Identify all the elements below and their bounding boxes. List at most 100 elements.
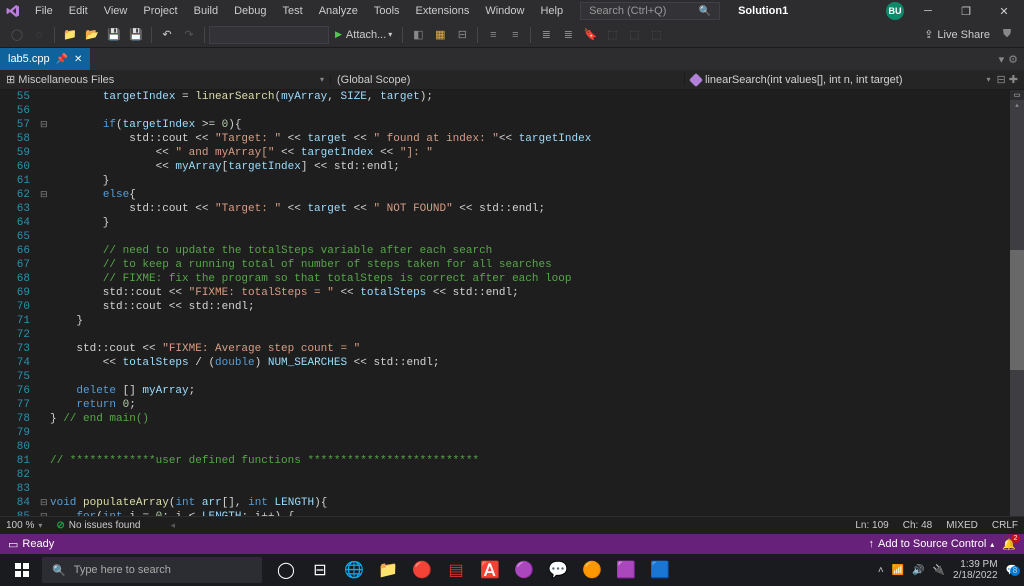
- open-button[interactable]: 📂: [82, 25, 102, 45]
- undo-button[interactable]: ↶: [157, 25, 177, 45]
- volume-icon[interactable]: 🔊: [912, 565, 924, 576]
- notifications-button[interactable]: 🔔2: [1002, 538, 1016, 551]
- maximize-button[interactable]: ❐: [952, 0, 980, 22]
- access-icon[interactable]: 🅰️: [474, 554, 506, 586]
- solution-name: Solution1: [738, 5, 788, 17]
- bookmark-icon[interactable]: 🔖: [580, 25, 600, 45]
- tray-chevron-icon[interactable]: ˄: [878, 565, 884, 576]
- scroll-up-icon[interactable]: ▴: [1010, 100, 1024, 110]
- separator: [477, 27, 478, 43]
- split-icon[interactable]: ▭: [1010, 90, 1024, 100]
- file-tab[interactable]: lab5.cpp 📌 ✕: [0, 48, 90, 70]
- nav-back-button[interactable]: ◯: [7, 25, 27, 45]
- uncomment-icon[interactable]: ≣: [558, 25, 578, 45]
- pdf-app-icon[interactable]: ▤: [440, 554, 472, 586]
- chevron-up-icon: ▴: [990, 540, 994, 549]
- search-placeholder: Search (Ctrl+Q): [589, 5, 666, 17]
- attach-label: Attach...: [346, 29, 386, 41]
- vs-logo-icon: [6, 4, 20, 18]
- output-icon[interactable]: ▭: [8, 538, 18, 551]
- user-avatar[interactable]: BU: [886, 2, 904, 20]
- task-view-icon[interactable]: ◯: [270, 554, 302, 586]
- live-share-icon: ⇪: [924, 28, 933, 41]
- tool-icon[interactable]: ⬚: [646, 25, 666, 45]
- scroll-thumb[interactable]: [1010, 250, 1024, 370]
- tool-icon[interactable]: ⊟: [452, 25, 472, 45]
- separator: [54, 27, 55, 43]
- taskbar-search-input[interactable]: 🔍 Type here to search: [42, 557, 262, 583]
- chevron-icon[interactable]: ▾: [38, 521, 42, 530]
- app-icon[interactable]: 🟣: [508, 554, 540, 586]
- upload-icon: ↑: [869, 538, 875, 550]
- menu-help[interactable]: Help: [533, 2, 570, 20]
- line-number-gutter: 5556575859606162636465666768697071727374…: [0, 90, 40, 516]
- tool-icon[interactable]: ⬚: [624, 25, 644, 45]
- tool-icon[interactable]: ◧: [408, 25, 428, 45]
- status-crlf: CRLF: [992, 520, 1018, 531]
- word-icon[interactable]: 🟦: [644, 554, 676, 586]
- issues-status[interactable]: ⊘ No issues found: [56, 520, 140, 531]
- attach-button[interactable]: ▶ Attach... ▾: [329, 27, 398, 43]
- admin-icon[interactable]: ⛊: [997, 25, 1017, 45]
- menu-test[interactable]: Test: [276, 2, 310, 20]
- new-project-button[interactable]: 📁: [60, 25, 80, 45]
- pin-icon[interactable]: 📌: [56, 54, 68, 65]
- close-tab-icon[interactable]: ✕: [74, 54, 82, 65]
- save-all-button[interactable]: 💾: [126, 25, 146, 45]
- menu-project[interactable]: Project: [136, 2, 184, 20]
- blender-icon[interactable]: 🟠: [576, 554, 608, 586]
- menu-analyze[interactable]: Analyze: [312, 2, 365, 20]
- comment-icon[interactable]: ≣: [536, 25, 556, 45]
- doc-dropdown-icon[interactable]: ▾: [999, 53, 1005, 66]
- vs-app-icon[interactable]: 🟪: [610, 554, 642, 586]
- menu-extensions[interactable]: Extensions: [409, 2, 477, 20]
- context-function-dropdown[interactable]: linearSearch(int values[], int n, int ta…: [684, 73, 1024, 86]
- source-control-button[interactable]: ↑ Add to Source Control ▴: [869, 538, 995, 550]
- vertical-scrollbar[interactable]: ▭ ▴: [1010, 90, 1024, 516]
- menu-debug[interactable]: Debug: [227, 2, 273, 20]
- status-line: Ln: 109: [855, 520, 888, 531]
- gear-icon[interactable]: ⚙: [1008, 53, 1018, 66]
- power-icon[interactable]: 🔌: [933, 565, 945, 576]
- context-scope-dropdown[interactable]: (Global Scope): [330, 74, 684, 86]
- search-icon: 🔍: [52, 564, 66, 577]
- separator: [151, 27, 152, 43]
- context-project-dropdown[interactable]: ⊞ Miscellaneous Files▾: [0, 73, 330, 86]
- menu-tools[interactable]: Tools: [367, 2, 407, 20]
- edge-icon[interactable]: 🌐: [338, 554, 370, 586]
- live-share-label: Live Share: [937, 29, 990, 41]
- menu-file[interactable]: File: [28, 2, 60, 20]
- code-editor[interactable]: targetIndex = linearSearch(myArray, SIZE…: [40, 90, 1010, 516]
- live-share-button[interactable]: ⇪ Live Share: [918, 28, 996, 41]
- tool-icon[interactable]: ⬚: [602, 25, 622, 45]
- minimize-button[interactable]: ─: [914, 0, 942, 22]
- menu-build[interactable]: Build: [187, 2, 225, 20]
- check-icon: ⊘: [56, 520, 64, 531]
- start-button[interactable]: [6, 554, 38, 586]
- indent-icon[interactable]: ≡: [483, 25, 503, 45]
- separator: [204, 27, 205, 43]
- nav-fwd-button[interactable]: ◌: [29, 25, 49, 45]
- explorer-icon[interactable]: 📁: [372, 554, 404, 586]
- cortana-icon[interactable]: ⊟: [304, 554, 336, 586]
- separator: [402, 27, 403, 43]
- function-icon: [689, 72, 703, 86]
- save-button[interactable]: 💾: [104, 25, 124, 45]
- indent-icon[interactable]: ≡: [505, 25, 525, 45]
- config-dropdown[interactable]: [209, 26, 329, 44]
- global-search-input[interactable]: Search (Ctrl+Q) 🔍: [580, 2, 720, 20]
- wifi-icon[interactable]: 📶: [892, 565, 904, 576]
- tool-icon[interactable]: ▦: [430, 25, 450, 45]
- redo-button[interactable]: ↷: [179, 25, 199, 45]
- search-placeholder: Type here to search: [74, 564, 171, 576]
- zoom-level[interactable]: 100 %: [6, 520, 34, 531]
- close-button[interactable]: ✕: [990, 0, 1018, 22]
- discord-icon[interactable]: 💬: [542, 554, 574, 586]
- action-center-icon[interactable]: 💬8: [1006, 565, 1018, 576]
- chrome-icon[interactable]: 🔴: [406, 554, 438, 586]
- menu-view[interactable]: View: [97, 2, 135, 20]
- taskbar-clock[interactable]: 1:39 PM 2/18/2022: [953, 559, 998, 581]
- menu-edit[interactable]: Edit: [62, 2, 95, 20]
- file-tab-label: lab5.cpp: [8, 53, 50, 65]
- menu-window[interactable]: Window: [478, 2, 531, 20]
